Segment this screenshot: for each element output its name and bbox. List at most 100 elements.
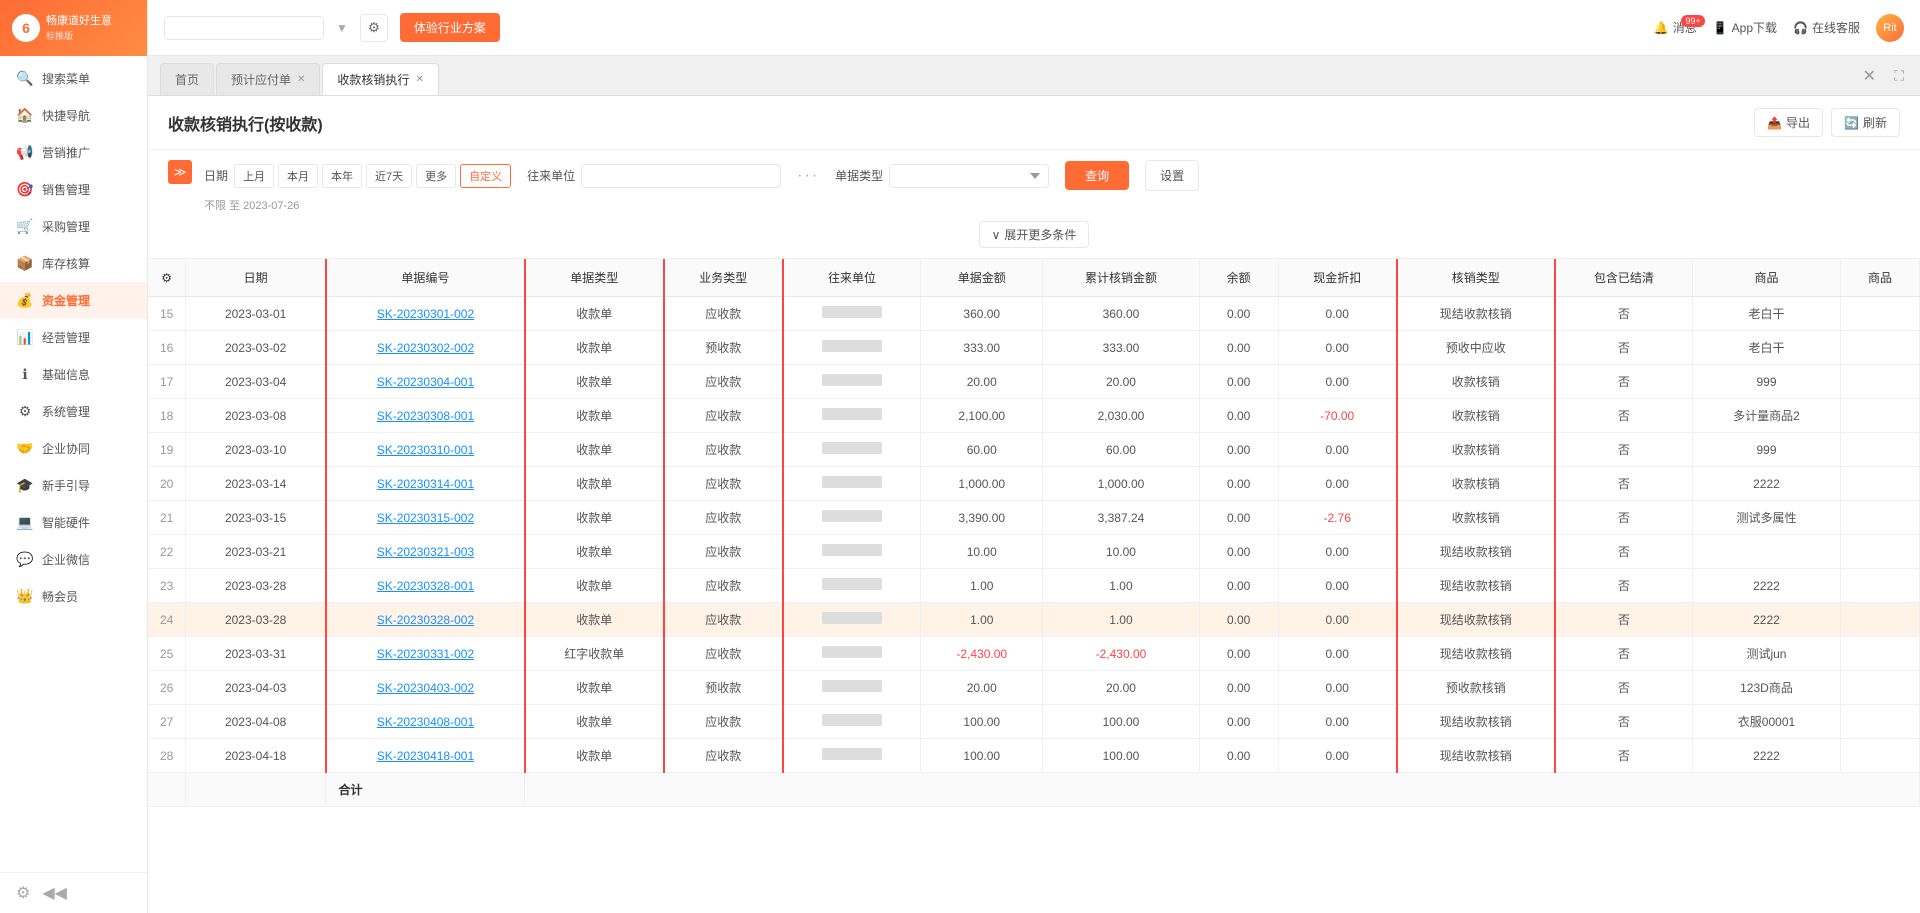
table-row[interactable]: 18 2023-03-08 SK-20230308-001 收款单 应收款 2,… <box>148 399 1920 433</box>
purchase-icon: 🛒 <box>16 218 34 235</box>
table-row[interactable]: 25 2023-03-31 SK-20230331-002 红字收款单 应收款 … <box>148 637 1920 671</box>
row-amount: 100.00 <box>921 739 1043 773</box>
row-bill-no[interactable]: SK-20230331-002 <box>326 637 525 671</box>
column-settings-icon[interactable]: ⚙ <box>161 271 172 285</box>
date-btn-this-month[interactable]: 本月 <box>278 164 318 188</box>
filter-toggle-button[interactable]: ≫ <box>168 160 192 184</box>
sidebar-item-marketing[interactable]: 📢营销推广 <box>0 134 147 171</box>
export-button[interactable]: 📤 导出 <box>1754 108 1823 137</box>
query-button[interactable]: 查询 <box>1065 161 1129 190</box>
row-bill-no[interactable]: SK-20230304-001 <box>326 365 525 399</box>
row-bill-no[interactable]: SK-20230321-003 <box>326 535 525 569</box>
sidebar-item-enterprise[interactable]: 🤝企业协同 <box>0 430 147 467</box>
row-discount: 0.00 <box>1278 535 1397 569</box>
tab-prepay[interactable]: 预计应付单 ✕ <box>216 63 320 95</box>
sidebar-item-operations[interactable]: 📊经营管理 <box>0 319 147 356</box>
expand-conditions-button[interactable]: ∨ 展开更多条件 <box>979 221 1090 248</box>
user-avatar[interactable]: Rit <box>1876 14 1904 42</box>
settings-button[interactable]: 设置 <box>1145 160 1199 191</box>
refresh-button[interactable]: 🔄 刷新 <box>1831 108 1900 137</box>
table-row[interactable]: 16 2023-03-02 SK-20230302-002 收款单 预收款 33… <box>148 331 1920 365</box>
sidebar-item-hardware[interactable]: 💻智能硬件 <box>0 504 147 541</box>
table-row[interactable]: 27 2023-04-08 SK-20230408-001 收款单 应收款 10… <box>148 705 1920 739</box>
row-bill-no[interactable]: SK-20230408-001 <box>326 705 525 739</box>
table-row[interactable]: 21 2023-03-15 SK-20230315-002 收款单 应收款 3,… <box>148 501 1920 535</box>
row-include-settled: 否 <box>1555 705 1693 739</box>
sidebar-item-inventory[interactable]: 📦库存核算 <box>0 245 147 282</box>
row-num: 28 <box>148 739 186 773</box>
industry-solution-button[interactable]: 体验行业方案 <box>400 13 500 42</box>
online-service-link[interactable]: 🎧 在线客服 <box>1793 19 1860 36</box>
expand-tabs-button[interactable]: ⛶ <box>1894 67 1904 84</box>
sidebar-item-quicknav[interactable]: 🏠快捷导航 <box>0 97 147 134</box>
row-bill-no[interactable]: SK-20230310-001 <box>326 433 525 467</box>
sidebar-item-finance[interactable]: 💰资金管理 <box>0 282 147 319</box>
table-row[interactable]: 22 2023-03-21 SK-20230321-003 收款单 应收款 10… <box>148 535 1920 569</box>
row-goods2 <box>1840 297 1919 331</box>
notification-button[interactable]: 🔔 消息 99+ <box>1654 19 1697 36</box>
table-row[interactable]: 26 2023-04-03 SK-20230403-002 收款单 预收款 20… <box>148 671 1920 705</box>
row-bill-no[interactable]: SK-20230403-002 <box>326 671 525 705</box>
table-row[interactable]: 23 2023-03-28 SK-20230328-001 收款单 应收款 1.… <box>148 569 1920 603</box>
col-goods2: 商品 <box>1840 259 1919 297</box>
row-bill-no[interactable]: SK-20230315-002 <box>326 501 525 535</box>
tab-prepay-close[interactable]: ✕ <box>297 74 305 85</box>
sidebar-item-member[interactable]: 👑畅会员 <box>0 578 147 615</box>
bill-type-select[interactable] <box>889 164 1049 188</box>
finance-icon: 💰 <box>16 292 34 309</box>
settings-icon[interactable]: ⚙ <box>16 883 30 903</box>
unit-input[interactable] <box>581 164 781 188</box>
date-btn-more[interactable]: 更多 <box>416 164 456 188</box>
row-bill-no[interactable]: SK-20230314-001 <box>326 467 525 501</box>
row-bill-no[interactable]: SK-20230302-002 <box>326 331 525 365</box>
row-cumulative: 10.00 <box>1043 535 1199 569</box>
notification-badge: 99+ <box>1681 15 1704 27</box>
row-bill-no[interactable]: SK-20230308-001 <box>326 399 525 433</box>
date-btn-last-month[interactable]: 上月 <box>234 164 274 188</box>
tab-home[interactable]: 首页 <box>160 63 214 95</box>
col-bill-type: 单据类型 <box>525 259 664 297</box>
row-goods: 测试多属性 <box>1693 501 1841 535</box>
more-filters-button[interactable]: ··· <box>797 167 819 185</box>
date-btn-7days[interactable]: 近7天 <box>366 164 412 188</box>
sidebar-item-sales[interactable]: 🎯销售管理 <box>0 171 147 208</box>
table-row[interactable]: 19 2023-03-10 SK-20230310-001 收款单 应收款 60… <box>148 433 1920 467</box>
row-bill-no[interactable]: SK-20230418-001 <box>326 739 525 773</box>
sidebar-item-wechat[interactable]: 💬企业微信 <box>0 541 147 578</box>
topbar-right: 🔔 消息 99+ 📱 App下载 🎧 在线客服 Rit <box>1654 14 1904 42</box>
sidebar-item-guide[interactable]: 🎓新手引导 <box>0 467 147 504</box>
close-all-tabs-button[interactable]: ✕ <box>1863 66 1876 86</box>
tab-collect[interactable]: 收款核销执行 ✕ <box>322 63 438 95</box>
app-download-link[interactable]: 📱 App下载 <box>1713 19 1777 36</box>
row-date: 2023-03-04 <box>186 365 326 399</box>
filter-date: 日期 上月 本月 本年 近7天 更多 自定义 <box>204 164 511 188</box>
row-num: 19 <box>148 433 186 467</box>
row-include-settled: 否 <box>1555 603 1693 637</box>
row-goods: 2222 <box>1693 467 1841 501</box>
sidebar-item-search[interactable]: 🔍搜索菜单 <box>0 60 147 97</box>
row-bill-no[interactable]: SK-20230328-001 <box>326 569 525 603</box>
row-bill-type: 红字收款单 <box>525 637 664 671</box>
tab-collect-close[interactable]: ✕ <box>415 74 423 85</box>
row-include-settled: 否 <box>1555 739 1693 773</box>
sidebar-item-basic[interactable]: ℹ基础信息 <box>0 356 147 393</box>
table-row[interactable]: 20 2023-03-14 SK-20230314-001 收款单 应收款 1,… <box>148 467 1920 501</box>
sidebar-item-system[interactable]: ⚙系统管理 <box>0 393 147 430</box>
table-row[interactable]: 28 2023-04-18 SK-20230418-001 收款单 应收款 10… <box>148 739 1920 773</box>
row-goods <box>1693 535 1841 569</box>
topbar-settings-button[interactable]: ⚙ <box>360 14 388 42</box>
phone-icon: 📱 <box>1713 21 1728 35</box>
table-row[interactable]: 24 2023-03-28 SK-20230328-002 收款单 应收款 1.… <box>148 603 1920 637</box>
row-biz-type: 应收款 <box>664 535 783 569</box>
col-settings[interactable]: ⚙ <box>148 259 186 297</box>
row-amount: 333.00 <box>921 331 1043 365</box>
table-row[interactable]: 17 2023-03-04 SK-20230304-001 收款单 应收款 20… <box>148 365 1920 399</box>
date-btn-custom[interactable]: 自定义 <box>460 164 511 188</box>
row-bill-no[interactable]: SK-20230301-002 <box>326 297 525 331</box>
date-btn-this-year[interactable]: 本年 <box>322 164 362 188</box>
sidebar-item-purchase[interactable]: 🛒采购管理 <box>0 208 147 245</box>
collapse-icon[interactable]: ◀◀ <box>42 883 67 903</box>
search-input[interactable] <box>164 16 324 40</box>
table-row[interactable]: 15 2023-03-01 SK-20230301-002 收款单 应收款 36… <box>148 297 1920 331</box>
row-bill-no[interactable]: SK-20230328-002 <box>326 603 525 637</box>
